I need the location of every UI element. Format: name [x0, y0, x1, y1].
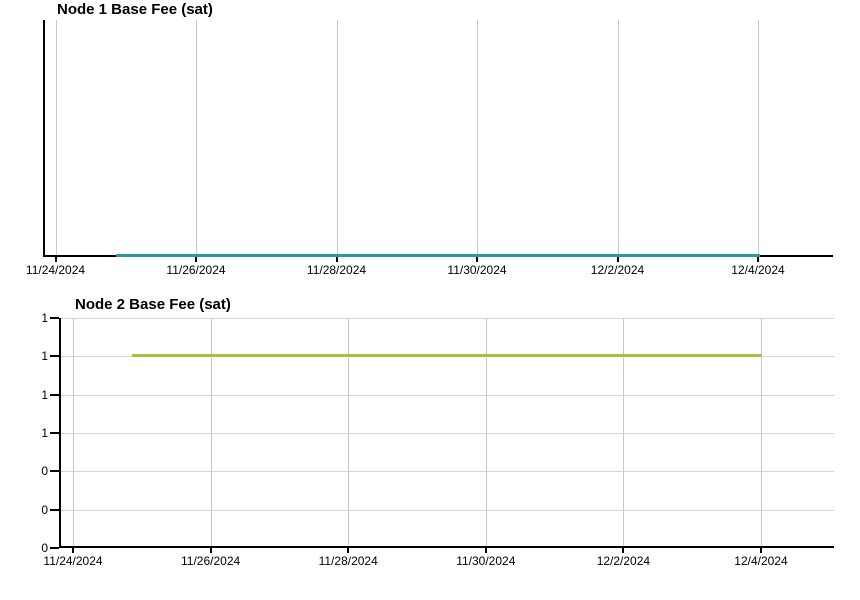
x-tick-mark	[476, 257, 478, 262]
y-tick-label: 0	[41, 541, 48, 555]
y-gridline	[59, 509, 834, 511]
x-tick-label: 12/4/2024	[731, 263, 785, 277]
x-tick-mark	[209, 548, 212, 553]
x-gridline	[477, 20, 478, 257]
y-gridline	[59, 433, 834, 434]
series-line-node2-base-fee	[132, 354, 762, 357]
plot-area-node2: 11/24/2024 11/26/2024 11/28/2024 11/30/2024…	[41, 311, 834, 568]
y-tick-label: 1	[41, 426, 48, 440]
y-tick-mark	[50, 317, 59, 319]
x-tick-label: 11/26/2024	[166, 263, 226, 277]
x-tick-label: 11/24/2024	[25, 263, 86, 277]
x-gridline	[55, 20, 57, 257]
y-tick-label: 0	[41, 464, 48, 479]
x-axis-line	[59, 546, 834, 548]
x-tick-mark	[54, 257, 57, 262]
chart-title-node1: Node 1 Base Fee (sat)	[57, 1, 213, 18]
x-tick-label: 12/2/2024	[590, 263, 645, 277]
y-tick-label: 1	[41, 349, 48, 364]
y-tick-label: 0	[41, 502, 48, 517]
y-gridline	[59, 471, 834, 473]
x-tick-mark	[760, 548, 762, 553]
y-tick-mark	[50, 355, 59, 358]
x-tick-label: 11/30/2024	[447, 263, 507, 277]
x-gridline	[196, 20, 197, 257]
x-tick-mark	[195, 257, 197, 262]
x-gridline	[336, 20, 338, 257]
x-tick-mark	[347, 548, 350, 553]
series-line-node1-base-fee	[116, 253, 760, 257]
x-tick-label: 12/4/2024	[734, 554, 788, 568]
x-tick-label: 11/30/2024	[456, 554, 516, 568]
y-tick-label: 1	[41, 387, 48, 402]
x-tick-label: 11/28/2024	[318, 554, 378, 568]
plot-area-node1: 11/24/2024 11/26/2024 11/28/2024 11/30/2024…	[26, 20, 833, 277]
chart-node2-base-fee: Node 2 Base Fee (sat) 11/24/2024 11/26/20…	[0, 290, 860, 600]
x-tick-label: 11/26/2024	[181, 554, 241, 568]
x-tick-mark	[616, 257, 619, 262]
x-tick-label: 11/24/2024	[43, 554, 103, 568]
y-tick-mark	[50, 393, 59, 396]
y-tick-mark	[50, 432, 59, 434]
y-gridline	[59, 394, 834, 396]
y-axis-line	[59, 318, 61, 548]
y-gridline	[59, 318, 834, 319]
x-tick-mark	[757, 257, 759, 262]
y-tick-label: 1	[41, 311, 48, 325]
y-tick-mark	[50, 547, 59, 549]
x-gridline	[758, 20, 759, 257]
x-tick-mark	[484, 548, 487, 553]
y-axis-line	[43, 20, 45, 257]
x-tick-mark	[72, 548, 74, 553]
chart-node1-base-fee: Node 1 Base Fee (sat) 11/24/2024 11/26/20…	[0, 0, 860, 290]
chart-title-node2: Node 2 Base Fee (sat)	[75, 296, 231, 313]
x-tick-label: 11/28/2024	[306, 263, 367, 277]
x-tick-mark	[622, 548, 625, 553]
x-tick-mark	[335, 257, 338, 262]
x-gridline	[617, 20, 619, 257]
y-tick-mark	[50, 470, 59, 473]
y-tick-mark	[50, 508, 59, 511]
x-tick-label: 12/2/2024	[596, 554, 651, 568]
